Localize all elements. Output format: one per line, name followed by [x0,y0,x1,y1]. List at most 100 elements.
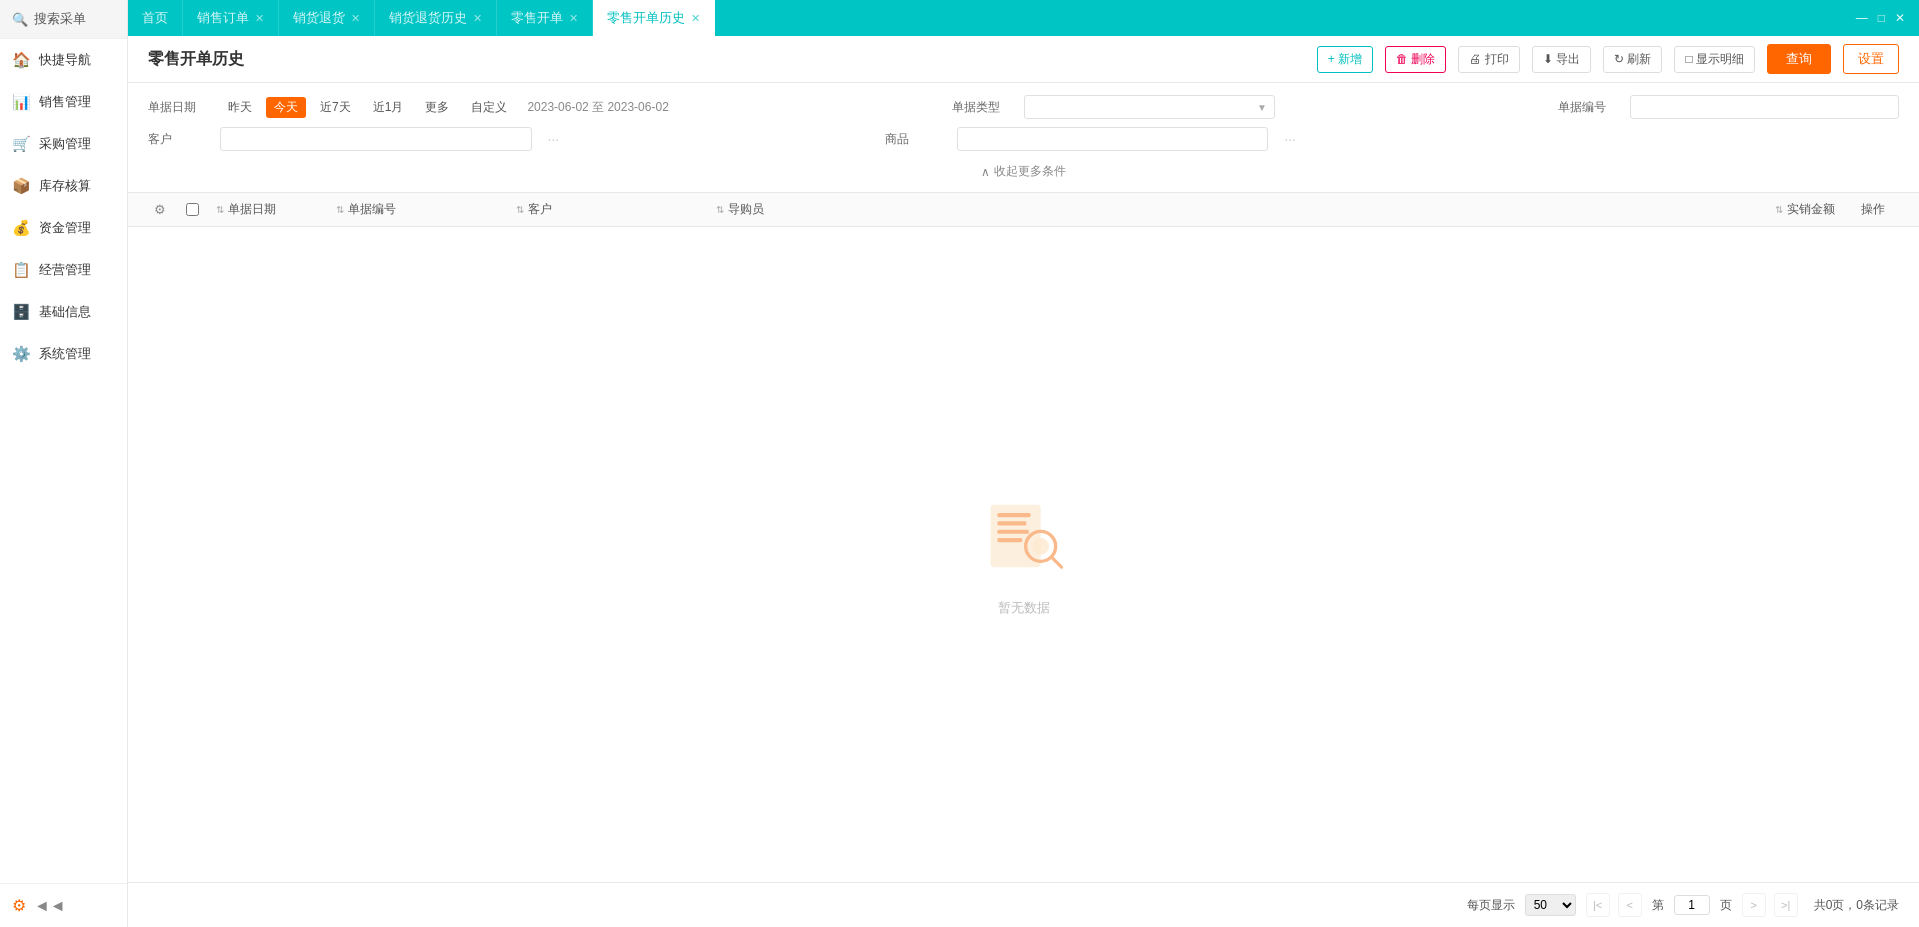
export-button[interactable]: ⬇ 导出 [1532,46,1591,73]
clipboard-icon: 📋 [12,261,31,279]
sort-icon-num: ⇅ [336,204,344,215]
window-controls: — □ ✕ [1856,11,1919,25]
customer-filter-label: 客户 [148,131,204,148]
svg-rect-3 [997,529,1029,533]
close-tab-sales-return[interactable]: ✕ [351,12,360,25]
sidebar-item-label: 库存核算 [39,177,91,195]
tab-retail-open-history-label: 零售开单历史 [607,9,685,27]
tab-sales-return-history[interactable]: 销货退货历史 ✕ [375,0,497,36]
customer-input[interactable] [220,127,532,151]
restore-btn[interactable]: □ [1878,11,1885,25]
last-page-btn[interactable]: >| [1774,893,1798,917]
sidebar-item-base-info[interactable]: 🗄️ 基础信息 [0,291,127,333]
cart-icon: 🛒 [12,135,31,153]
col-customer[interactable]: ⇅ 客户 [508,201,708,218]
close-tab-retail-open[interactable]: ✕ [569,12,578,25]
empty-state: 暂无数据 [128,227,1919,882]
display-detail-button[interactable]: □ 显示明细 [1674,46,1755,73]
collapse-more-btn[interactable]: ∧ 收起更多条件 [148,159,1899,184]
sidebar-item-label: 资金管理 [39,219,91,237]
svg-line-7 [1051,557,1061,567]
date-opt-last7[interactable]: 近7天 [312,97,359,118]
goods-input[interactable] [957,127,1269,151]
svg-rect-2 [997,521,1026,525]
tab-sales-return[interactable]: 销货退货 ✕ [279,0,375,36]
date-opt-today[interactable]: 今天 [266,97,306,118]
goods-filter-label: 商品 [885,131,941,148]
sidebar-item-sales-mgmt[interactable]: 📊 销售管理 [0,81,127,123]
empty-text: 暂无数据 [998,599,1050,617]
page-title: 零售开单历史 [148,49,1305,70]
sort-icon-guide: ⇅ [716,204,724,215]
date-opt-last-month[interactable]: 近1月 [365,97,412,118]
bill-type-label: 单据类型 [952,99,1008,116]
tab-sales-return-history-label: 销货退货历史 [389,9,467,27]
next-page-btn[interactable]: > [1742,893,1766,917]
page-word: 第 [1652,897,1664,914]
tab-home-label: 首页 [142,9,168,27]
delete-button[interactable]: 🗑 删除 [1385,46,1446,73]
minimize-btn[interactable]: — [1856,11,1868,25]
col-date-label: 单据日期 [228,201,276,218]
col-amount[interactable]: ⇅ 实销金额 [1743,201,1843,218]
settings-bottom-icon[interactable]: ⚙ [12,896,26,915]
col-guide[interactable]: ⇅ 导购员 [708,201,828,218]
close-btn[interactable]: ✕ [1895,11,1905,25]
page-label: 页 [1720,897,1732,914]
sidebar-item-inventory[interactable]: 📦 库存核算 [0,165,127,207]
customer-ellipsis[interactable]: ··· [548,131,560,147]
close-tab-sales-order[interactable]: ✕ [255,12,264,25]
sort-icon: ⇅ [216,204,224,215]
box-icon: 📦 [12,177,31,195]
sidebar-item-finance[interactable]: 💰 资金管理 [0,207,127,249]
sidebar-item-operations[interactable]: 📋 经营管理 [0,249,127,291]
bill-type-select-wrapper: ▼ [1024,95,1275,119]
tab-retail-open[interactable]: 零售开单 ✕ [497,0,593,36]
search-menu-item[interactable]: 🔍 搜索采单 [0,0,127,39]
date-opt-custom[interactable]: 自定义 [463,97,515,118]
sidebar-item-label: 采购管理 [39,135,91,153]
col-date[interactable]: ⇅ 单据日期 [208,201,328,218]
col-guide-label: 导购员 [728,201,764,218]
col-amount-label: 实销金额 [1787,201,1835,218]
date-opt-more[interactable]: 更多 [417,97,457,118]
svg-rect-4 [997,538,1022,542]
collapse-sidebar-icon[interactable]: ◄◄ [34,897,66,915]
add-button[interactable]: + 新增 [1317,46,1373,73]
tab-sales-order[interactable]: 销售订单 ✕ [183,0,279,36]
tab-retail-open-history[interactable]: 零售开单历史 ✕ [593,0,715,36]
sidebar-item-label: 快捷导航 [39,51,91,69]
home-icon: 🏠 [12,51,31,69]
first-page-btn[interactable]: |< [1586,893,1610,917]
sidebar-item-sys-mgmt[interactable]: ⚙️ 系统管理 [0,333,127,375]
sort-icon-customer: ⇅ [516,204,524,215]
sidebar-item-purchase-mgmt[interactable]: 🛒 采购管理 [0,123,127,165]
col-action-label: 操作 [1861,201,1885,218]
page-number-input[interactable]: 1 [1674,895,1710,915]
prev-page-btn[interactable]: < [1618,893,1642,917]
pagination: 每页显示 50 100 200 |< < 第 1 页 > >| 共0页，0条记录 [128,882,1919,927]
bill-type-select[interactable] [1024,95,1275,119]
query-button[interactable]: 查询 [1767,44,1831,74]
empty-illustration [974,493,1074,583]
goods-ellipsis[interactable]: ··· [1284,131,1296,147]
print-button[interactable]: 🖨 打印 [1458,46,1519,73]
select-all-checkbox[interactable] [186,203,199,216]
bill-no-input[interactable] [1630,95,1899,119]
date-opt-yesterday[interactable]: 昨天 [220,97,260,118]
close-tab-retail-open-history[interactable]: ✕ [691,12,700,25]
tab-home[interactable]: 首页 [128,0,183,36]
search-menu-label: 搜索采单 [34,10,86,28]
col-number[interactable]: ⇅ 单据编号 [328,201,508,218]
per-page-select[interactable]: 50 100 200 [1525,894,1576,916]
col-action: 操作 [1843,201,1903,218]
table-header: ⚙ ⇅ 单据日期 ⇅ 单据编号 ⇅ 客户 ⇅ 导购员 ⇅ [128,193,1919,227]
refresh-button[interactable]: ↻ 刷新 [1603,46,1662,73]
column-settings-icon[interactable]: ⚙ [144,202,176,217]
sidebar-item-label: 系统管理 [39,345,91,363]
chart-icon: 📊 [12,93,31,111]
sidebar-item-quick-nav[interactable]: 🏠 快捷导航 [0,39,127,81]
close-tab-sales-return-history[interactable]: ✕ [473,12,482,25]
settings-button[interactable]: 设置 [1843,44,1899,74]
per-page-label: 每页显示 [1467,897,1515,914]
